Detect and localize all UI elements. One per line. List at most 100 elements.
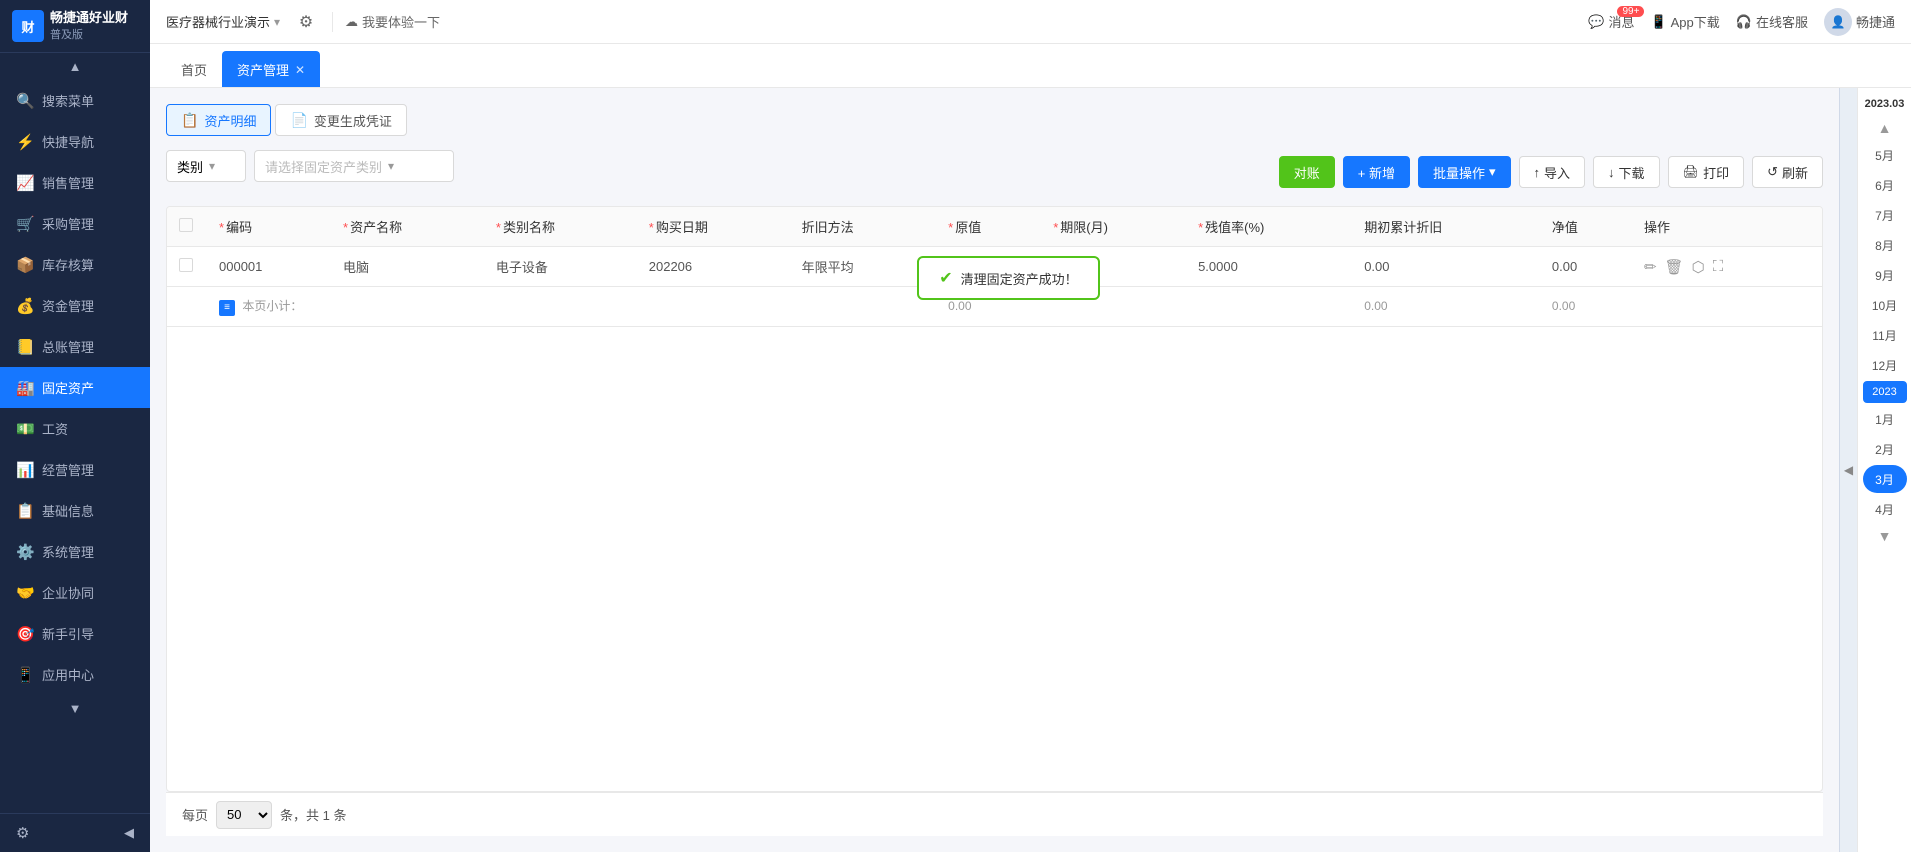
sidebar-item-enterprise[interactable]: 🤝 企业协同 — [0, 572, 150, 613]
sidebar-scroll-up[interactable]: ▲ — [0, 53, 150, 80]
voucher-icon: 📄 — [290, 112, 307, 129]
pagination: 每页 50 100 条，共 1 条 — [166, 792, 1823, 836]
avatar: 👤 — [1824, 8, 1852, 36]
toolbar-right: 对账 + 新增 批量操作 ▾ ↑ 导入 ↓ 下载 🖨 — [1279, 156, 1823, 188]
experience-button[interactable]: ☁ 我要体验一下 — [345, 12, 440, 31]
import-button[interactable]: ↑ 导入 — [1519, 156, 1586, 188]
sidebar-item-operations[interactable]: 📊 经营管理 — [0, 449, 150, 490]
chevron-left-icon: ◀ — [1844, 463, 1853, 477]
row-checkbox[interactable] — [179, 258, 193, 272]
basic-info-icon: 📋 — [16, 502, 34, 520]
cal-month-7[interactable]: 7月 — [1863, 201, 1907, 229]
subtotal-icon[interactable]: ≡ — [219, 300, 235, 316]
sidebar-item-sales[interactable]: 📈 销售管理 — [0, 162, 150, 203]
print-button[interactable]: 🖨 打印 — [1668, 156, 1745, 188]
close-icon[interactable]: ✕ — [295, 63, 305, 77]
toast-message: 清理固定资产成功！ — [961, 269, 1078, 288]
category-select-label[interactable]: 类别 ▾ — [166, 150, 246, 182]
tab-asset[interactable]: 资产管理 ✕ — [222, 51, 320, 87]
sidebar-item-label: 库存核算 — [42, 255, 94, 274]
company-name: 医疗器械行业演示 — [166, 12, 270, 31]
col-actions: 操作 — [1644, 220, 1670, 235]
sidebar-item-quick-nav[interactable]: ⚡ 快捷导航 — [0, 121, 150, 162]
col-depreciation-method: 折旧方法 — [802, 220, 854, 235]
table-wrap: *编码 *资产名称 *类别名称 *购买日期 折旧方法 *原值 *期限(月) *残… — [166, 206, 1823, 792]
more-icon[interactable]: ⛶ — [1713, 258, 1724, 275]
success-toast: ✔ 清理固定资产成功！ — [917, 256, 1099, 300]
cal-month-9[interactable]: 9月 — [1863, 261, 1907, 289]
detail-icon: 📋 — [181, 112, 198, 129]
sub-tab-voucher[interactable]: 📄 变更生成凭证 — [275, 104, 406, 136]
online-service-button[interactable]: 🎧 在线客服 — [1736, 12, 1808, 31]
sidebar-item-system[interactable]: ⚙️ 系统管理 — [0, 531, 150, 572]
payroll-icon: 💵 — [16, 420, 34, 438]
company-selector[interactable]: 医疗器械行业演示 ▾ — [166, 12, 280, 31]
tabbar: 首页 资产管理 ✕ — [150, 44, 1911, 88]
cal-header: 2023.03 — [1858, 92, 1911, 116]
category-value-select[interactable]: 请选择固定资产类别 ▾ — [254, 150, 454, 182]
gear-icon[interactable]: ⚙ — [292, 8, 320, 36]
sidebar-item-purchase[interactable]: 🛒 采购管理 — [0, 203, 150, 244]
cal-scroll-down[interactable]: ▼ — [1874, 524, 1896, 548]
cal-scroll-up[interactable]: ▲ — [1874, 116, 1896, 140]
topbar: 医疗器械行业演示 ▾ ⚙ ☁ 我要体验一下 💬 消息 99+ 📱 App下载 🎧… — [150, 0, 1911, 44]
download-button[interactable]: ↓ 下载 — [1593, 156, 1660, 188]
refresh-button[interactable]: ↺ 刷新 — [1752, 156, 1823, 188]
cal-month-1[interactable]: 1月 — [1863, 405, 1907, 433]
cal-month-6[interactable]: 6月 — [1863, 171, 1907, 199]
col-purchase-date: 购买日期 — [656, 220, 708, 235]
sidebar-item-basic-info[interactable]: 📋 基础信息 — [0, 490, 150, 531]
sidebar-scroll-down[interactable]: ▼ — [0, 695, 150, 722]
cal-year-badge[interactable]: 2023 — [1863, 381, 1907, 403]
cal-month-3[interactable]: 3月 — [1863, 465, 1907, 493]
page-size-select[interactable]: 50 100 — [216, 801, 272, 829]
cal-month-10[interactable]: 10月 — [1863, 291, 1907, 319]
sidebar-item-app-center[interactable]: 📱 应用中心 — [0, 654, 150, 695]
table-row: 000001 电脑 电子设备 202206 年限平均 ✔ 清理固定资 — [167, 247, 1822, 287]
app-download-button[interactable]: 📱 App下载 — [1650, 12, 1719, 31]
main-content: 医疗器械行业演示 ▾ ⚙ ☁ 我要体验一下 💬 消息 99+ 📱 App下载 🎧… — [150, 0, 1911, 852]
col-period: 期限(月) — [1060, 220, 1108, 235]
toolbar: 类别 ▾ 请选择固定资产类别 ▾ 对账 + 新增 批量操作 ▾ — [166, 150, 1823, 194]
sub-tab-detail-label: 资产明细 — [204, 111, 256, 130]
cell-depreciation-method: 年限平均 ✔ 清理固定资产成功！ — [790, 247, 937, 287]
cal-year-month: 2023.03 — [1865, 98, 1905, 110]
select-all-checkbox[interactable] — [179, 218, 193, 232]
sidebar-item-fixed-assets[interactable]: 🏭 固定资产 — [0, 367, 150, 408]
add-button[interactable]: + 新增 — [1343, 156, 1410, 188]
sales-icon: 📈 — [16, 174, 34, 192]
batch-button[interactable]: 批量操作 ▾ — [1418, 156, 1511, 188]
collapse-icon[interactable]: ◀ — [124, 825, 134, 841]
delete-icon[interactable]: 🗑 — [1665, 258, 1684, 276]
sidebar-item-label: 资金管理 — [42, 296, 94, 315]
edit-icon[interactable]: ✏ — [1644, 258, 1657, 276]
sidebar-item-ledger[interactable]: 📒 总账管理 — [0, 326, 150, 367]
cal-month-5[interactable]: 5月 — [1863, 141, 1907, 169]
reconcile-button[interactable]: 对账 — [1279, 156, 1335, 188]
sidebar-bottom[interactable]: ⚙ ◀ — [0, 813, 150, 852]
cal-month-2[interactable]: 2月 — [1863, 435, 1907, 463]
sidebar-item-search[interactable]: 🔍 搜索菜单 — [0, 80, 150, 121]
copy-icon[interactable]: ⬡ — [1692, 258, 1705, 276]
subtotal-net: 0.00 — [1540, 287, 1632, 327]
cal-month-11[interactable]: 11月 — [1863, 321, 1907, 349]
sidebar-item-inventory[interactable]: 📦 库存核算 — [0, 244, 150, 285]
cal-month-4[interactable]: 4月 — [1863, 495, 1907, 523]
settings-icon[interactable]: ⚙ — [16, 824, 29, 842]
cell-accumulated: 0.00 — [1352, 247, 1540, 287]
sidebar-item-label: 新手引导 — [42, 624, 94, 643]
sidebar-item-funds[interactable]: 💰 资金管理 — [0, 285, 150, 326]
right-panel-wrap: ◀ 2023.03 ▲ 5月 6月 7月 8月 9月 10月 11月 12月 2… — [1839, 88, 1911, 852]
sub-tabs: 📋 资产明细 📄 变更生成凭证 — [166, 104, 1823, 136]
cal-month-8[interactable]: 8月 — [1863, 231, 1907, 259]
tab-home[interactable]: 首页 — [166, 51, 222, 87]
sub-tab-detail[interactable]: 📋 资产明细 — [166, 104, 271, 136]
download-icon: 📱 — [1650, 14, 1666, 30]
calendar-toggle[interactable]: ◀ — [1839, 88, 1857, 852]
cal-month-12[interactable]: 12月 — [1863, 351, 1907, 379]
search-icon: 🔍 — [16, 92, 34, 110]
sidebar-item-guide[interactable]: 🎯 新手引导 — [0, 613, 150, 654]
user-profile[interactable]: 👤 畅捷通 — [1824, 8, 1895, 36]
sidebar-item-payroll[interactable]: 💵 工资 — [0, 408, 150, 449]
messages-button[interactable]: 💬 消息 99+ — [1588, 12, 1634, 31]
